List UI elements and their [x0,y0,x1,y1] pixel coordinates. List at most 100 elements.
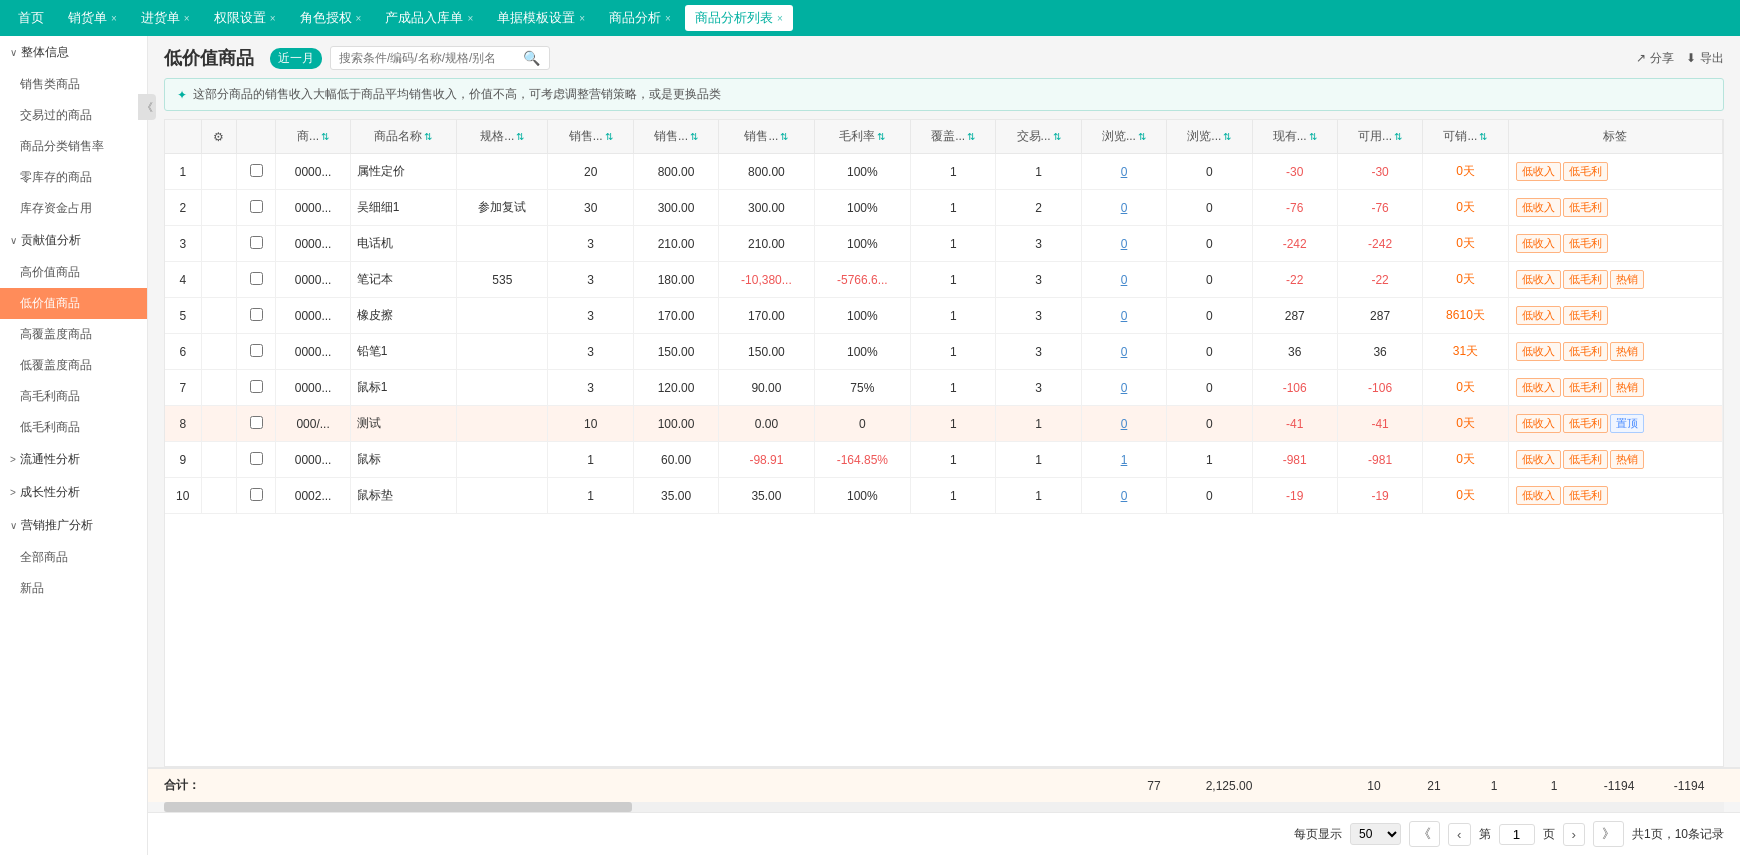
close-icon[interactable]: × [777,13,783,24]
nav-item-产成品入库单[interactable]: 产成品入库单× [375,5,483,31]
row-checkbox[interactable] [250,416,263,429]
row-view1[interactable]: 0 [1081,190,1166,226]
row-checkbox-cell[interactable] [237,406,276,442]
sidebar-collapse-button[interactable]: 《 [138,94,156,120]
scrollbar-thumb[interactable] [164,802,632,812]
close-icon[interactable]: × [467,13,473,24]
prev-page-button[interactable]: ‹ [1448,823,1470,846]
view1-link[interactable]: 0 [1121,489,1128,503]
col-header-2[interactable]: 商...⇅ [276,120,350,154]
nav-item-商品分析[interactable]: 商品分析× [599,5,681,31]
view1-link[interactable]: 0 [1121,309,1128,323]
row-checkbox[interactable] [250,164,263,177]
last-page-button[interactable]: 》 [1593,821,1624,847]
sidebar-item-高价值商品[interactable]: 高价值商品 [0,257,147,288]
sidebar-item-低覆盖度商品[interactable]: 低覆盖度商品 [0,350,147,381]
col-header-9[interactable]: 覆盖...⇅ [911,120,996,154]
view1-link[interactable]: 0 [1121,345,1128,359]
nav-item-商品分析列表[interactable]: 商品分析列表× [685,5,793,31]
row-checkbox[interactable] [250,308,263,321]
close-icon[interactable]: × [111,13,117,24]
sidebar-item-交易过的商品[interactable]: 交易过的商品 [0,100,147,131]
row-view1[interactable]: 0 [1081,334,1166,370]
col-header-11[interactable]: 浏览...⇅ [1081,120,1166,154]
view1-link[interactable]: 0 [1121,381,1128,395]
col-header-15[interactable]: 可销...⇅ [1423,120,1508,154]
row-checkbox-cell[interactable] [237,226,276,262]
sidebar-item-销售类商品[interactable]: 销售类商品 [0,69,147,100]
sidebar-group-成长性分析[interactable]: >成长性分析 [0,476,147,509]
sidebar-item-零库存的商品[interactable]: 零库存的商品 [0,162,147,193]
row-checkbox[interactable] [250,488,263,501]
page-number-input[interactable] [1499,824,1535,845]
row-checkbox-cell[interactable] [237,442,276,478]
row-checkbox[interactable] [250,344,263,357]
close-icon[interactable]: × [356,13,362,24]
sidebar-item-全部商品[interactable]: 全部商品 [0,542,147,573]
sidebar-item-高覆盖度商品[interactable]: 高覆盖度商品 [0,319,147,350]
sidebar-item-商品分类销售率[interactable]: 商品分类销售率 [0,131,147,162]
view1-link[interactable]: 0 [1121,273,1128,287]
row-view1[interactable]: 0 [1081,370,1166,406]
col-header-14[interactable]: 可用...⇅ [1337,120,1422,154]
sidebar-group-整体信息[interactable]: ∨整体信息 [0,36,147,69]
nav-item-销货单[interactable]: 销货单× [58,5,127,31]
col-header-3[interactable]: 商品名称⇅ [350,120,456,154]
col-header-8[interactable]: 毛利率⇅ [814,120,910,154]
row-checkbox-cell[interactable] [237,298,276,334]
sidebar-item-高毛利商品[interactable]: 高毛利商品 [0,381,147,412]
row-view1[interactable]: 0 [1081,406,1166,442]
row-checkbox[interactable] [250,380,263,393]
nav-item-权限设置[interactable]: 权限设置× [204,5,286,31]
row-view1[interactable]: 1 [1081,442,1166,478]
view1-link[interactable]: 0 [1121,237,1128,251]
export-button[interactable]: ⬇ 导出 [1686,50,1724,67]
row-checkbox[interactable] [250,200,263,213]
row-checkbox-cell[interactable] [237,154,276,190]
col-header-7[interactable]: 销售...⇅ [719,120,814,154]
row-view1[interactable]: 0 [1081,154,1166,190]
sidebar-group-流通性分析[interactable]: >流通性分析 [0,443,147,476]
close-icon[interactable]: × [665,13,671,24]
row-view1[interactable]: 0 [1081,262,1166,298]
row-checkbox-cell[interactable] [237,262,276,298]
share-button[interactable]: ↗ 分享 [1636,50,1674,67]
row-view1[interactable]: 0 [1081,226,1166,262]
sidebar-item-低毛利商品[interactable]: 低毛利商品 [0,412,147,443]
row-checkbox[interactable] [250,272,263,285]
row-view1[interactable]: 0 [1081,298,1166,334]
row-checkbox-cell[interactable] [237,334,276,370]
col-header-10[interactable]: 交易...⇅ [996,120,1081,154]
view1-link[interactable]: 0 [1121,201,1128,215]
next-page-button[interactable]: › [1563,823,1585,846]
row-checkbox[interactable] [250,452,263,465]
nav-item-角色授权[interactable]: 角色授权× [290,5,372,31]
search-icon[interactable]: 🔍 [523,50,540,66]
close-icon[interactable]: × [184,13,190,24]
row-checkbox-cell[interactable] [237,478,276,514]
nav-item-单据模板设置[interactable]: 单据模板设置× [487,5,595,31]
sidebar-group-贡献值分析[interactable]: ∨贡献值分析 [0,224,147,257]
view1-link[interactable]: 0 [1121,165,1128,179]
sidebar-group-营销推广分析[interactable]: ∨营销推广分析 [0,509,147,542]
period-badge[interactable]: 近一月 [270,48,322,69]
sidebar-item-库存资金占用[interactable]: 库存资金占用 [0,193,147,224]
nav-item-进货单[interactable]: 进货单× [131,5,200,31]
close-icon[interactable]: × [579,13,585,24]
col-header-6[interactable]: 销售...⇅ [633,120,718,154]
horizontal-scrollbar[interactable] [164,802,1724,812]
col-header-13[interactable]: 现有...⇅ [1252,120,1337,154]
col-header-5[interactable]: 销售...⇅ [548,120,633,154]
sidebar-item-新品[interactable]: 新品 [0,573,147,604]
col-header-12[interactable]: 浏览...⇅ [1167,120,1252,154]
row-checkbox-cell[interactable] [237,190,276,226]
sidebar-item-低价值商品[interactable]: 低价值商品 [0,288,147,319]
row-view1[interactable]: 0 [1081,478,1166,514]
search-input[interactable] [339,51,519,65]
page-size-select[interactable]: 50 100 200 [1350,823,1401,845]
close-icon[interactable]: × [270,13,276,24]
nav-item-首页[interactable]: 首页 [8,5,54,31]
row-checkbox-cell[interactable] [237,370,276,406]
view1-link[interactable]: 0 [1121,417,1128,431]
view1-link[interactable]: 1 [1121,453,1128,467]
